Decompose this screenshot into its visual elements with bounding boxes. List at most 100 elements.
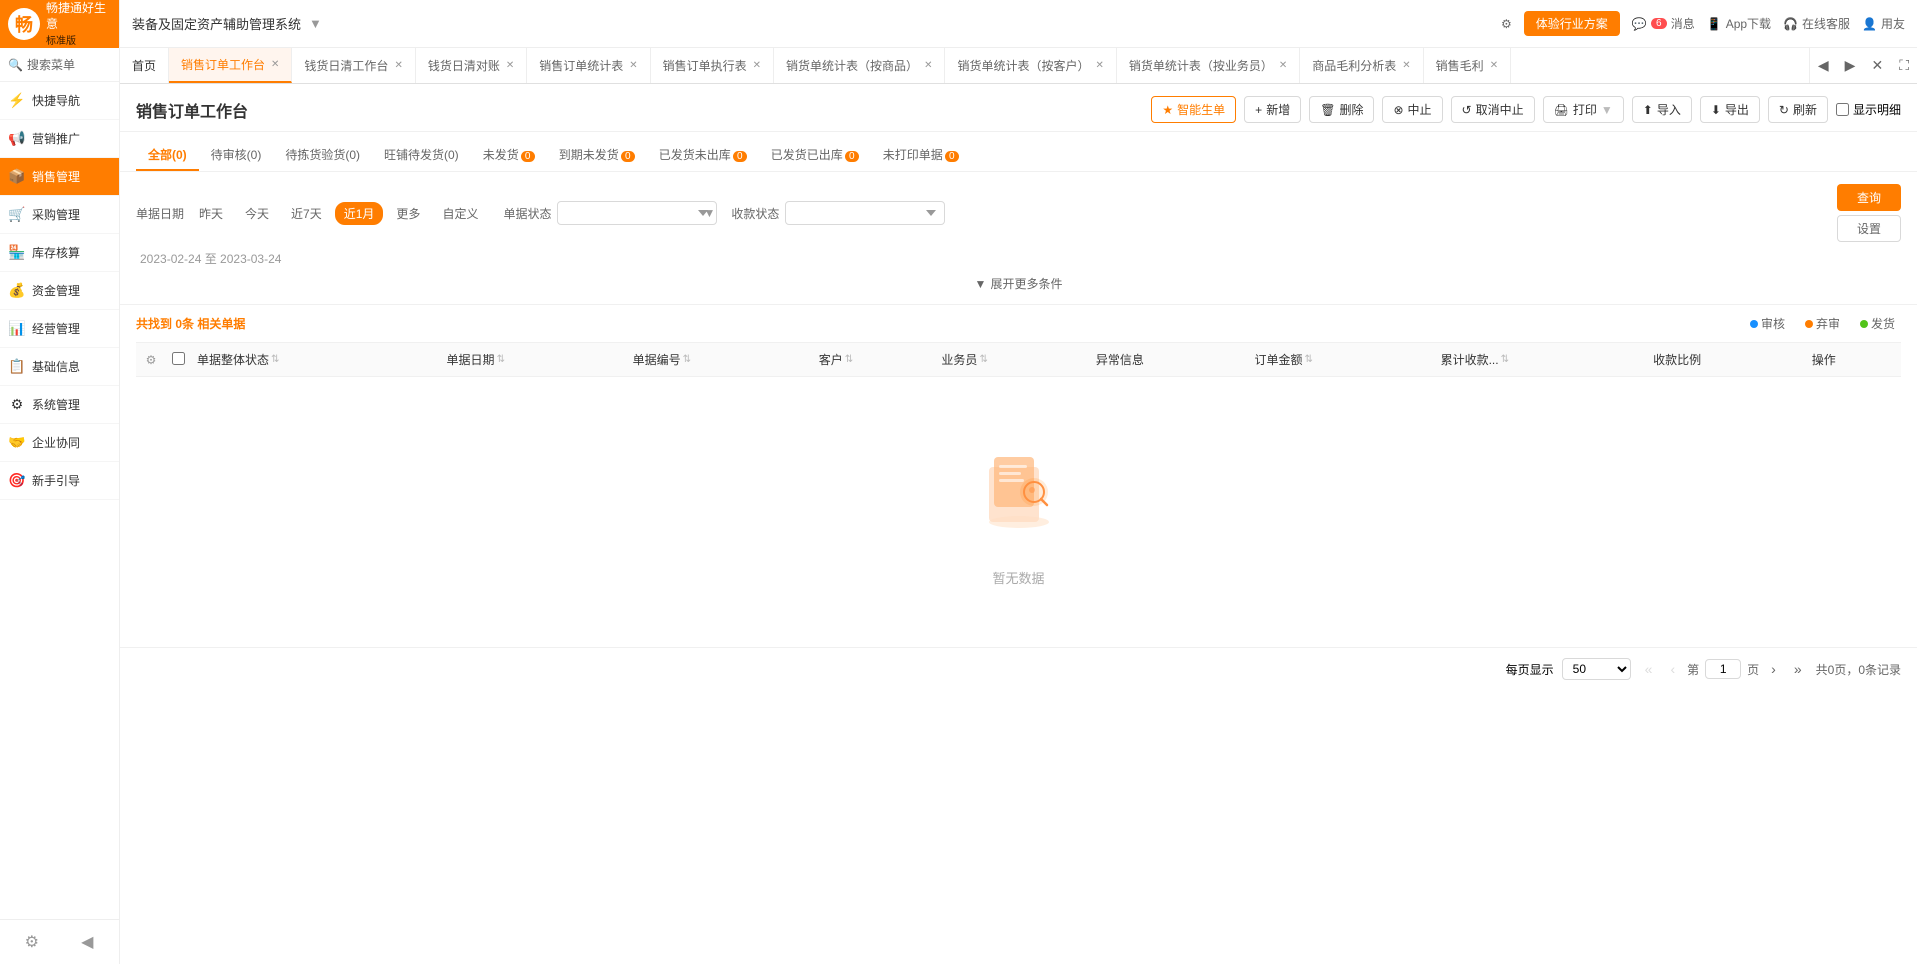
tab-sales-stats-close[interactable]: ✕ [629, 60, 637, 71]
tab-daily-clear-close[interactable]: ✕ [394, 60, 402, 71]
col-settings[interactable]: ⚙ [136, 343, 166, 377]
sidebar-item-basic[interactable]: 📋 基础信息 [0, 348, 119, 386]
topbar-settings-btn[interactable]: ⚙ [1501, 17, 1512, 31]
topbar-message-btn[interactable]: 💬 6 消息 [1632, 15, 1695, 32]
sub-tab-wangpu-ship[interactable]: 旺铺待发货(0) [372, 140, 471, 171]
sort-received[interactable]: 累计收款...⇅ [1441, 351, 1642, 368]
export-btn[interactable]: ⬇ 导出 [1700, 96, 1760, 123]
stop-btn[interactable]: ⊗ 中止 [1382, 96, 1442, 123]
tab-sales-staff[interactable]: 销货单统计表（按业务员） ✕ [1117, 48, 1300, 83]
sidebar-item-system[interactable]: ⚙ 系统管理 [0, 386, 119, 424]
tab-sales-exec[interactable]: 销售订单执行表 ✕ [651, 48, 774, 83]
date-btn-more[interactable]: 更多 [387, 202, 429, 225]
filter-settings-btn[interactable]: 设置 [1837, 215, 1901, 242]
page-next-btn[interactable]: › [1765, 659, 1782, 679]
tab-sales-product-close[interactable]: ✕ [924, 60, 932, 71]
status-filter-select[interactable] [557, 201, 717, 225]
sub-tab-pending-review[interactable]: 待审核(0) [199, 140, 274, 171]
sort-status[interactable]: 单据整体状态⇅ [197, 351, 435, 368]
sidebar-collapse-btn[interactable]: ◀ [64, 928, 112, 956]
industry-solution-btn[interactable]: 体验行业方案 [1524, 11, 1620, 36]
filter-status-item: 单据状态 ▼ [503, 201, 715, 225]
ship-action-btn[interactable]: 发货 [1854, 313, 1901, 334]
sidebar-item-label: 营销推广 [32, 130, 80, 147]
sub-tab-shipped-out[interactable]: 已发货已出库0 [759, 140, 871, 171]
sort-amount[interactable]: 订单金额⇅ [1254, 351, 1428, 368]
tab-sales-product[interactable]: 销货单统计表（按商品） ✕ [774, 48, 945, 83]
import-btn[interactable]: ⬆ 导入 [1632, 96, 1692, 123]
cancel-review-action-btn[interactable]: 弃审 [1799, 313, 1846, 334]
tab-sales-customer-close[interactable]: ✕ [1095, 60, 1103, 71]
sub-tab-shipped-not-out[interactable]: 已发货未出库0 [647, 140, 759, 171]
sort-staff[interactable]: 业务员⇅ [941, 351, 1083, 368]
page-last-btn[interactable]: » [1788, 659, 1808, 679]
tab-daily-account[interactable]: 钱货日清对账 ✕ [416, 48, 527, 83]
tab-gross-profit-close[interactable]: ✕ [1402, 60, 1410, 71]
sidebar-item-operation[interactable]: 📊 经营管理 [0, 310, 119, 348]
date-btn-yesterday[interactable]: 昨天 [190, 202, 232, 225]
date-btn-7days[interactable]: 近7天 [282, 202, 331, 225]
sort-number[interactable]: 单据编号⇅ [633, 351, 807, 368]
tab-gross-profit[interactable]: 商品毛利分析表 ✕ [1300, 48, 1423, 83]
sidebar-item-guide[interactable]: 🎯 新手引导 [0, 462, 119, 500]
sidebar-search[interactable]: 🔍 搜索菜单 [0, 48, 119, 82]
sidebar-item-enterprise[interactable]: 🤝 企业协同 [0, 424, 119, 462]
date-btn-1month[interactable]: 近1月 [335, 202, 384, 225]
date-btn-today[interactable]: 今天 [236, 202, 278, 225]
query-btn[interactable]: 查询 [1837, 184, 1901, 211]
topbar-service-btn[interactable]: 🎧 在线客服 [1783, 15, 1850, 32]
sidebar-item-marketing[interactable]: 📢 营销推广 [0, 120, 119, 158]
sort-date[interactable]: 单据日期⇅ [447, 351, 621, 368]
sidebar-settings-btn[interactable]: ⚙ [8, 928, 56, 956]
topbar-user-btn[interactable]: 👤 用友 [1862, 15, 1905, 32]
select-all-checkbox[interactable] [172, 352, 185, 365]
sub-tab-expired-not-shipped[interactable]: 到期未发货0 [547, 140, 647, 171]
tab-sales-customer[interactable]: 销货单统计表（按客户） ✕ [945, 48, 1116, 83]
smart-gen-btn[interactable]: ★ 智能生单 [1151, 96, 1236, 123]
tab-next-btn[interactable]: ▶ [1837, 48, 1864, 84]
sidebar-item-purchase[interactable]: 🛒 采购管理 [0, 196, 119, 234]
tab-sales-revenue-close[interactable]: ✕ [1490, 60, 1498, 71]
tab-sales-workbench-close[interactable]: ✕ [271, 59, 279, 70]
sort-customer[interactable]: 客户⇅ [819, 351, 930, 368]
tab-sales-exec-close[interactable]: ✕ [753, 60, 761, 71]
sub-tab-not-shipped[interactable]: 未发货0 [471, 140, 547, 171]
tab-home[interactable]: 首页 [120, 48, 169, 83]
add-btn[interactable]: + 新增 [1244, 96, 1301, 123]
topbar-dropdown-icon[interactable]: ▼ [309, 16, 322, 31]
print-btn[interactable]: 🖨 打印 ▼ [1543, 96, 1624, 123]
review-action-btn[interactable]: 审核 [1744, 313, 1791, 334]
topbar-app-download-btn[interactable]: 📱 App下载 [1707, 15, 1771, 32]
payment-filter-label: 收款状态 [731, 205, 779, 222]
sidebar-item-quick-nav[interactable]: ⚡ 快捷导航 [0, 82, 119, 120]
delete-btn[interactable]: 🗑 删除 [1309, 96, 1374, 123]
page-size-select[interactable]: 20 50 100 [1562, 658, 1631, 680]
cancel-stop-btn[interactable]: ↺ 取消中止 [1451, 96, 1535, 123]
sub-tab-all[interactable]: 全部(0) [136, 140, 199, 171]
refresh-btn[interactable]: ↻ 刷新 [1768, 96, 1828, 123]
sidebar-item-sales[interactable]: 📦 销售管理 [0, 158, 119, 196]
page-first-btn[interactable]: « [1639, 659, 1659, 679]
page-input[interactable] [1705, 659, 1741, 679]
sub-tab-pending-inspect[interactable]: 待拣货验货(0) [273, 140, 372, 171]
tab-fullscreen-btn[interactable]: ⛶ [1891, 48, 1917, 84]
tab-close-all-btn[interactable]: ✕ [1863, 48, 1891, 84]
date-btn-custom[interactable]: 自定义 [433, 202, 487, 225]
sidebar-item-finance[interactable]: 💰 资金管理 [0, 272, 119, 310]
tab-sales-staff-close[interactable]: ✕ [1279, 60, 1287, 71]
tab-sales-stats[interactable]: 销售订单统计表 ✕ [527, 48, 650, 83]
show-detail-label[interactable]: 显示明细 [1836, 101, 1901, 118]
page-prev-btn[interactable]: ‹ [1664, 659, 1681, 679]
tab-prev-btn[interactable]: ◀ [1810, 48, 1837, 84]
sub-tab-not-printed[interactable]: 未打印单据0 [871, 140, 971, 171]
tab-daily-account-close[interactable]: ✕ [506, 60, 514, 71]
tab-sales-workbench[interactable]: 销售订单工作台 ✕ [169, 48, 292, 83]
tab-sales-revenue[interactable]: 销售毛利 ✕ [1424, 48, 1511, 83]
tab-daily-clear[interactable]: 钱货日清工作台 ✕ [292, 48, 415, 83]
payment-filter-select[interactable] [785, 201, 945, 225]
filter-expand-row: ▼ 展开更多条件 [136, 275, 1901, 292]
sidebar-item-inventory[interactable]: 🏪 库存核算 [0, 234, 119, 272]
expand-filter-btn[interactable]: ▼ 展开更多条件 [975, 275, 1063, 292]
tabbar: 首页 销售订单工作台 ✕ 钱货日清工作台 ✕ 钱货日清对账 ✕ 销售订单统计表 … [120, 48, 1917, 84]
show-detail-checkbox[interactable] [1836, 103, 1849, 116]
